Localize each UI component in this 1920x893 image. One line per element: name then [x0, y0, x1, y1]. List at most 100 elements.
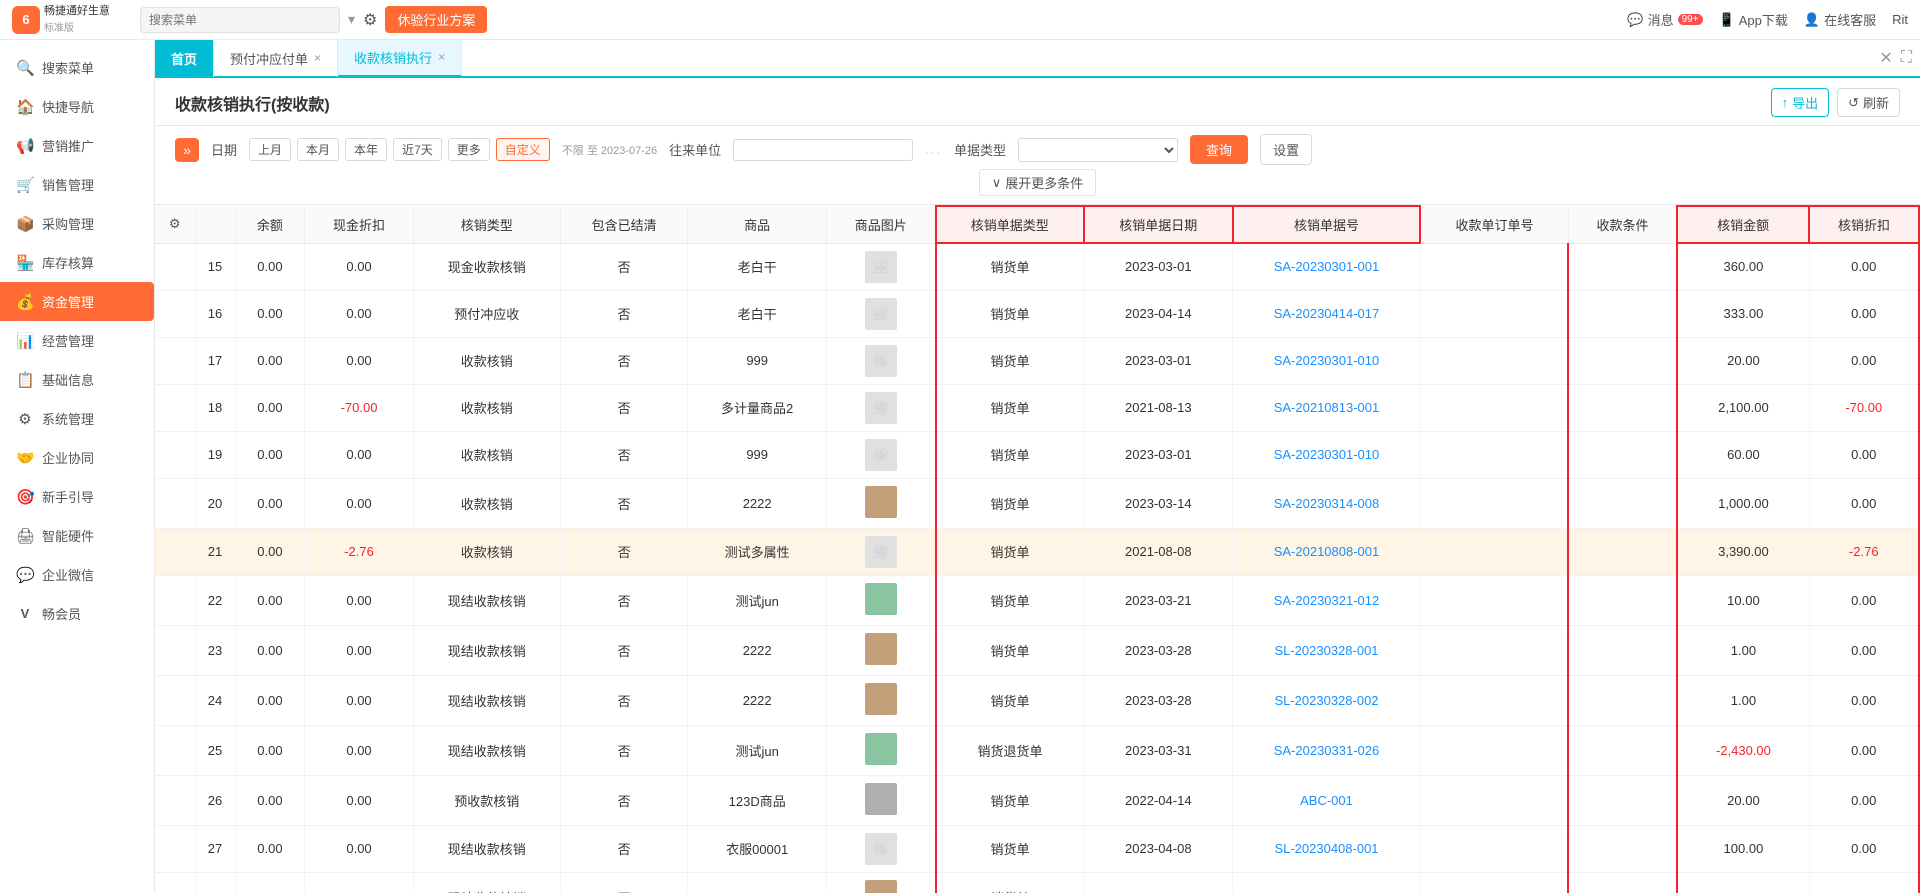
col-cash-discount-cell: 0.00: [305, 625, 413, 675]
col-include-settled-cell: 否: [560, 384, 688, 431]
date-btn-custom[interactable]: 自定义: [496, 138, 550, 161]
col-verify-discount-cell: 0.00: [1809, 825, 1919, 872]
col-receipt-condition-cell: [1568, 725, 1677, 775]
col-verify-bill-no-cell[interactable]: SA-20230301-001: [1233, 243, 1421, 290]
logo-text: 畅捷通好生意: [44, 5, 110, 18]
col-verify-type: 核销类型: [413, 206, 560, 243]
sidebar-item-sales[interactable]: 🛒 销售管理: [0, 165, 154, 204]
col-verify-type-cell: 收款核销: [413, 431, 560, 478]
sidebar-item-management[interactable]: 📊 经营管理: [0, 321, 154, 360]
col-goods-image-cell: 🖼: [826, 431, 935, 478]
col-goods-cell: 老白干: [688, 290, 826, 337]
filter-expand-button[interactable]: »: [175, 138, 199, 162]
sidebar-item-hardware[interactable]: 🖨 智能硬件: [0, 516, 154, 555]
col-balance-cell: 0.00: [235, 825, 305, 872]
date-filter-label: 日期: [211, 140, 237, 159]
col-verify-bill-no-cell[interactable]: SA-20230301-010: [1233, 337, 1421, 384]
col-verify-bill-no-cell[interactable]: SA-20230331-026: [1233, 725, 1421, 775]
sidebar-item-inventory[interactable]: 🏪 库存核算: [0, 243, 154, 282]
col-verify-bill-no-cell[interactable]: SA-20230414-017: [1233, 290, 1421, 337]
col-goods-image-cell: 🖼: [826, 825, 935, 872]
date-btn-7days[interactable]: 近7天: [393, 138, 442, 161]
sidebar-item-guide[interactable]: 🎯 新手引导: [0, 477, 154, 516]
date-btn-more[interactable]: 更多: [448, 138, 490, 161]
col-seq-cell: 27: [195, 825, 235, 872]
sales-icon: 🛒: [16, 176, 34, 194]
col-receipt-condition-cell: [1568, 528, 1677, 575]
col-verify-bill-date-cell: 2023-03-01: [1084, 243, 1233, 290]
col-seq-cell: 21: [195, 528, 235, 575]
online-service-button[interactable]: 👤 在线客服: [1804, 10, 1876, 29]
col-verify-bill-no-cell[interactable]: SL-20230328-002: [1233, 675, 1421, 725]
col-verify-bill-no-cell[interactable]: SA-20230314-008: [1233, 478, 1421, 528]
col-include-settled-cell: 否: [560, 675, 688, 725]
bill-no-link: SL-20230418-001: [1274, 890, 1378, 893]
settings-icon[interactable]: ⚙: [363, 10, 377, 30]
tab-verify[interactable]: 收款核销执行 ×: [338, 40, 462, 77]
app-download-button[interactable]: 📱 App下载: [1719, 10, 1788, 29]
sidebar-item-system[interactable]: ⚙ 系统管理: [0, 399, 154, 438]
col-receipt-order-no-cell: [1420, 575, 1568, 625]
sidebar-item-member[interactable]: V 畅会员: [0, 594, 154, 633]
col-verify-bill-no-cell[interactable]: SL-20230408-001: [1233, 825, 1421, 872]
date-btn-this-year[interactable]: 本年: [345, 138, 387, 161]
col-seq-cell: 19: [195, 431, 235, 478]
chevron-down-icon[interactable]: ▾: [348, 11, 355, 28]
sidebar-item-wechat[interactable]: 💬 企业微信: [0, 555, 154, 594]
col-verify-type-cell: 现结收款核销: [413, 725, 560, 775]
col-verify-bill-no-cell[interactable]: SA-20210808-001: [1233, 528, 1421, 575]
col-settings[interactable]: ⚙: [155, 206, 195, 243]
col-verify-bill-no-cell[interactable]: ABC-001: [1233, 775, 1421, 825]
table-row: 18 0.00 -70.00 收款核销 否 多计量商品2 🖼 销货单 2021-…: [155, 384, 1919, 431]
page-actions: ↑ 导出 ↺ 刷新: [1771, 88, 1900, 117]
messages-button[interactable]: 💬 消息 99+: [1627, 10, 1702, 29]
col-verify-type-cell: 现金收款核销: [413, 243, 560, 290]
tab-home[interactable]: 首页: [155, 40, 214, 77]
search-input[interactable]: [140, 7, 340, 33]
expand-tab-button[interactable]: ⛶: [1901, 49, 1912, 67]
col-goods-image: 商品图片: [826, 206, 935, 243]
expand-more-button[interactable]: ∨ 展开更多条件: [979, 169, 1097, 196]
col-verify-bill-type-cell: 销货单: [936, 384, 1085, 431]
tab-prepay[interactable]: 预付冲应付单 ×: [214, 40, 338, 77]
col-verify-bill-no-cell[interactable]: SA-20230321-012: [1233, 575, 1421, 625]
tab-close-verify[interactable]: ×: [438, 50, 445, 64]
date-btn-this-month[interactable]: 本月: [297, 138, 339, 161]
solution-button[interactable]: 休验行业方案: [385, 6, 487, 33]
col-goods-image-cell: [826, 625, 935, 675]
col-verify-amount-cell: 2,100.00: [1677, 384, 1809, 431]
col-goods-image-cell: [826, 872, 935, 893]
setting-button[interactable]: 设置: [1260, 134, 1312, 165]
sidebar-item-purchase[interactable]: 📦 采购管理: [0, 204, 154, 243]
sidebar-item-finance[interactable]: 💰 资金管理: [0, 282, 154, 321]
sidebar-item-basic[interactable]: 📋 基础信息: [0, 360, 154, 399]
sidebar-item-cooperation[interactable]: 🤝 企业协同: [0, 438, 154, 477]
management-icon: 📊: [16, 332, 34, 350]
col-verify-bill-no-cell[interactable]: SA-20210813-001: [1233, 384, 1421, 431]
user-name[interactable]: Rit: [1892, 12, 1908, 27]
col-verify-bill-no-cell[interactable]: SL-20230418-001: [1233, 872, 1421, 893]
bill-type-select[interactable]: [1018, 138, 1178, 162]
from-unit-input[interactable]: [733, 139, 913, 161]
sidebar-item-search[interactable]: 🔍 搜索菜单: [0, 48, 154, 87]
col-goods-cell: 2222: [688, 478, 826, 528]
query-button[interactable]: 查询: [1190, 135, 1248, 164]
filter-row: » 日期 上月 本月 本年 近7天 更多 自定义 不限 至 2023-07-26…: [175, 134, 1900, 165]
date-btn-last-month[interactable]: 上月: [249, 138, 291, 161]
col-cash-discount-cell: 0.00: [305, 431, 413, 478]
close-tab-button[interactable]: ✕: [1879, 48, 1892, 68]
sidebar-item-marketing[interactable]: 📢 营销推广: [0, 126, 154, 165]
col-verify-bill-no-cell[interactable]: SL-20230328-001: [1233, 625, 1421, 675]
filter-dots: ...: [925, 142, 942, 157]
sidebar-item-nav[interactable]: 🏠 快捷导航: [0, 87, 154, 126]
column-settings-icon[interactable]: ⚙: [169, 216, 181, 231]
col-receipt-order-no-cell: [1420, 625, 1568, 675]
table-container[interactable]: ⚙ 余额 现金折扣 核销类型 包含已结清 商品 商品图片 核销单据类型 核销单据…: [155, 205, 1920, 893]
col-verify-bill-no-cell[interactable]: SA-20230301-010: [1233, 431, 1421, 478]
tab-close-prepay[interactable]: ×: [314, 51, 321, 65]
sidebar: 🔍 搜索菜单 🏠 快捷导航 📢 营销推广 🛒 销售管理 📦 采购管理 🏪 库存核…: [0, 40, 155, 893]
refresh-button[interactable]: ↺ 刷新: [1837, 88, 1900, 117]
col-verify-discount-cell: 0.00: [1809, 872, 1919, 893]
col-goods-image-cell: 🖼: [826, 290, 935, 337]
export-button[interactable]: ↑ 导出: [1771, 88, 1830, 117]
